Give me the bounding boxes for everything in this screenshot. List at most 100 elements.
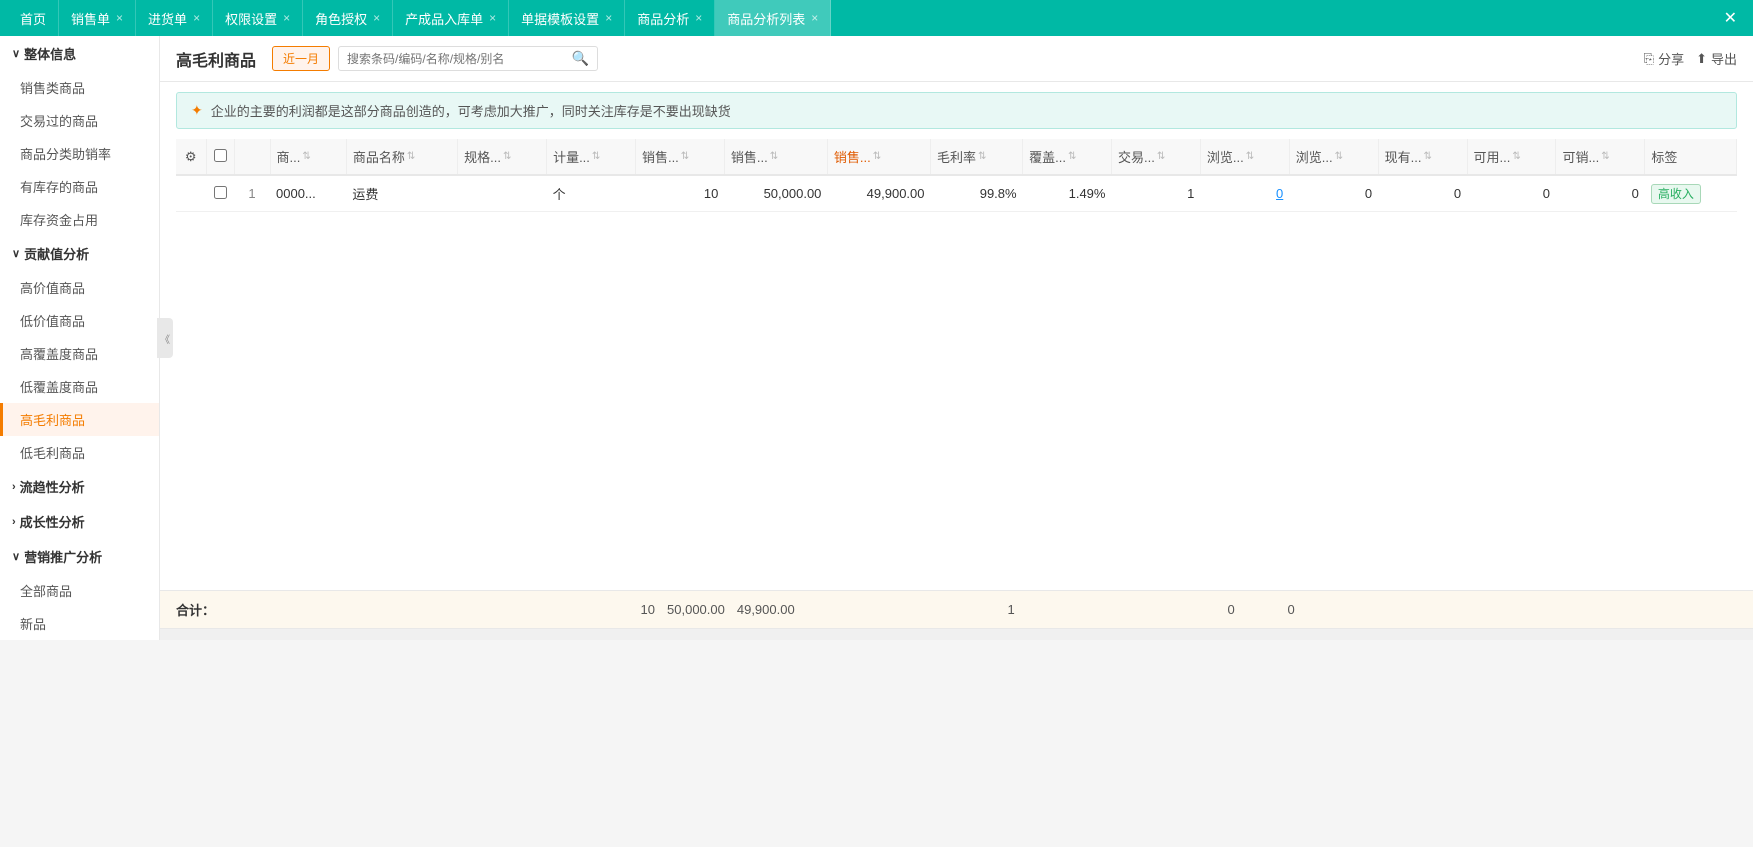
close-all-tabs-button[interactable]: ✕ bbox=[1716, 8, 1745, 28]
share-button[interactable]: ⎘ 分享 bbox=[1644, 49, 1684, 68]
header-actions: ⎘ 分享 ⬆ 导出 bbox=[1644, 49, 1737, 68]
th-name[interactable]: 商品名称 ⇅ bbox=[346, 139, 457, 175]
sidebar-section-trend[interactable]: › 流趋性分析 bbox=[0, 469, 159, 504]
sidebar-item-high-margin[interactable]: 高毛利商品 bbox=[0, 403, 159, 436]
close-sales-tab[interactable]: × bbox=[116, 11, 123, 25]
close-analysis-list-tab[interactable]: × bbox=[811, 11, 818, 25]
th-check[interactable] bbox=[206, 139, 234, 175]
td-check[interactable] bbox=[206, 175, 234, 212]
nav-tab-purchase[interactable]: 进货单 × bbox=[136, 0, 213, 36]
sort-icon: ⇅ bbox=[407, 151, 415, 162]
th-stock-cur[interactable]: 现有... ⇅ bbox=[1378, 139, 1467, 175]
th-stock-sale[interactable]: 可销... ⇅ bbox=[1556, 139, 1645, 175]
nav-tab-analysis-list[interactable]: 商品分析列表 × bbox=[715, 0, 831, 36]
td-stock-cur: 0 bbox=[1378, 175, 1467, 212]
sidebar-item-high-coverage[interactable]: 高覆盖度商品 bbox=[0, 337, 159, 370]
td-views1[interactable]: 0 bbox=[1200, 175, 1289, 212]
close-auth-settings-tab[interactable]: × bbox=[283, 11, 290, 25]
td-spec bbox=[458, 175, 547, 212]
th-views2[interactable]: 浏览... ⇅ bbox=[1289, 139, 1378, 175]
nav-tab-template[interactable]: 单据模板设置 × bbox=[509, 0, 625, 36]
sort-icon: ⇅ bbox=[592, 151, 600, 162]
footer-sales-profit: 49,900.00 bbox=[731, 602, 801, 617]
sort-icon: ⇅ bbox=[1068, 151, 1076, 162]
footer-spacer4 bbox=[1021, 602, 1101, 617]
select-all-checkbox[interactable] bbox=[214, 149, 227, 162]
close-role-auth-tab[interactable]: × bbox=[373, 11, 380, 25]
th-sales-profit[interactable]: 销售... ⇅ bbox=[827, 139, 930, 175]
td-sales-qty: 10 bbox=[635, 175, 724, 212]
sidebar-item-sales-goods[interactable]: 销售类商品 bbox=[0, 71, 159, 104]
th-gross-margin[interactable]: 毛利率 ⇅ bbox=[931, 139, 1023, 175]
td-coverage: 1.49% bbox=[1023, 175, 1112, 212]
sidebar-item-stock-capital[interactable]: 库存资金占用 bbox=[0, 203, 159, 236]
td-sales-profit: 49,900.00 bbox=[827, 175, 930, 212]
sidebar-collapse-button[interactable]: 《 bbox=[157, 318, 173, 358]
th-sales-amount[interactable]: 销售... ⇅ bbox=[724, 139, 827, 175]
sidebar-item-traded-goods[interactable]: 交易过的商品 bbox=[0, 104, 159, 137]
horizontal-scrollbar[interactable] bbox=[160, 628, 1753, 640]
search-input[interactable] bbox=[347, 52, 572, 66]
sidebar-item-low-margin[interactable]: 低毛利商品 bbox=[0, 436, 159, 469]
nav-tab-stock-in[interactable]: 产成品入库单 × bbox=[393, 0, 509, 36]
close-purchase-tab[interactable]: × bbox=[193, 11, 200, 25]
th-tag[interactable]: 标签 bbox=[1645, 139, 1737, 175]
sidebar-item-new-goods[interactable]: 新品 bbox=[0, 607, 159, 640]
close-template-tab[interactable]: × bbox=[605, 11, 612, 25]
td-num: 1 bbox=[234, 175, 270, 212]
sidebar-item-low-coverage[interactable]: 低覆盖度商品 bbox=[0, 370, 159, 403]
table-row: 1 0000... 运费 个 bbox=[176, 175, 1737, 212]
nav-tab-sales[interactable]: 销售单 × bbox=[59, 0, 136, 36]
sidebar-section-marketing[interactable]: ∨ 营销推广分析 bbox=[0, 539, 159, 574]
footer-sales-qty: 10 bbox=[601, 602, 661, 617]
sidebar-item-all-goods[interactable]: 全部商品 bbox=[0, 574, 159, 607]
nav-tab-analysis[interactable]: 商品分析 × bbox=[625, 0, 715, 36]
export-button[interactable]: ⬆ 导出 bbox=[1696, 49, 1737, 68]
th-stock-avail[interactable]: 可用... ⇅ bbox=[1467, 139, 1556, 175]
td-settings bbox=[176, 175, 206, 212]
search-icon[interactable]: 🔍 bbox=[572, 50, 589, 67]
footer-stock-avail: 0 bbox=[1241, 602, 1301, 617]
td-name: 运费 bbox=[346, 175, 457, 212]
th-views1[interactable]: 浏览... ⇅ bbox=[1200, 139, 1289, 175]
footer-sales-amount: 50,000.00 bbox=[661, 602, 731, 617]
nav-tab-auth-settings[interactable]: 权限设置 × bbox=[213, 0, 303, 36]
search-box: 🔍 bbox=[338, 46, 598, 71]
filter-recent-month-button[interactable]: 近一月 bbox=[272, 46, 330, 71]
share-icon: ⎘ bbox=[1644, 51, 1654, 67]
nav-tab-home[interactable]: 首页 bbox=[8, 0, 59, 36]
td-code: 0000... bbox=[270, 175, 346, 212]
sort-icon: ⇅ bbox=[681, 151, 689, 162]
sidebar-item-stocked-goods[interactable]: 有库存的商品 bbox=[0, 170, 159, 203]
close-analysis-tab[interactable]: × bbox=[695, 11, 702, 25]
nav-tab-role-auth[interactable]: 角色授权 × bbox=[303, 0, 393, 36]
sidebar-item-low-value[interactable]: 低价值商品 bbox=[0, 304, 159, 337]
sidebar-section-contribution[interactable]: ∨ 贡献值分析 bbox=[0, 236, 159, 271]
th-coverage[interactable]: 覆盖... ⇅ bbox=[1023, 139, 1112, 175]
td-tag: 高收入 bbox=[1645, 175, 1737, 212]
footer-values: 10 50,000.00 49,900.00 1 0 0 bbox=[231, 602, 1737, 617]
td-views2: 0 bbox=[1289, 175, 1378, 212]
footer-spacer5 bbox=[1101, 602, 1181, 617]
table-header-row: ⚙ 商... ⇅ bbox=[176, 139, 1737, 175]
settings-icon[interactable]: ⚙ bbox=[185, 149, 197, 164]
close-stock-in-tab[interactable]: × bbox=[489, 11, 496, 25]
td-stock-avail: 0 bbox=[1467, 175, 1556, 212]
th-sales-qty[interactable]: 销售... ⇅ bbox=[635, 139, 724, 175]
th-code[interactable]: 商... ⇅ bbox=[270, 139, 346, 175]
views1-link[interactable]: 0 bbox=[1276, 186, 1283, 201]
th-trade[interactable]: 交易... ⇅ bbox=[1111, 139, 1200, 175]
sidebar-section-overall[interactable]: ∨ 整体信息 bbox=[0, 36, 159, 71]
footer-spacer3 bbox=[881, 602, 961, 617]
content-header: 高毛利商品 近一月 🔍 ⎘ 分享 ⬆ 导出 bbox=[160, 36, 1753, 82]
th-unit[interactable]: 计量... ⇅ bbox=[547, 139, 636, 175]
th-spec[interactable]: 规格... ⇅ bbox=[458, 139, 547, 175]
th-settings[interactable]: ⚙ bbox=[176, 139, 206, 175]
sidebar-item-high-value[interactable]: 高价值商品 bbox=[0, 271, 159, 304]
sort-icon: ⇅ bbox=[770, 151, 778, 162]
footer-spacer bbox=[231, 602, 601, 617]
sidebar-section-growth[interactable]: › 成长性分析 bbox=[0, 504, 159, 539]
sidebar-item-category-rate[interactable]: 商品分类助销率 bbox=[0, 137, 159, 170]
content-area: 高毛利商品 近一月 🔍 ⎘ 分享 ⬆ 导出 ✦ 企业的主要的利润都是这部分商品创… bbox=[160, 36, 1753, 640]
row-checkbox[interactable] bbox=[214, 186, 227, 199]
